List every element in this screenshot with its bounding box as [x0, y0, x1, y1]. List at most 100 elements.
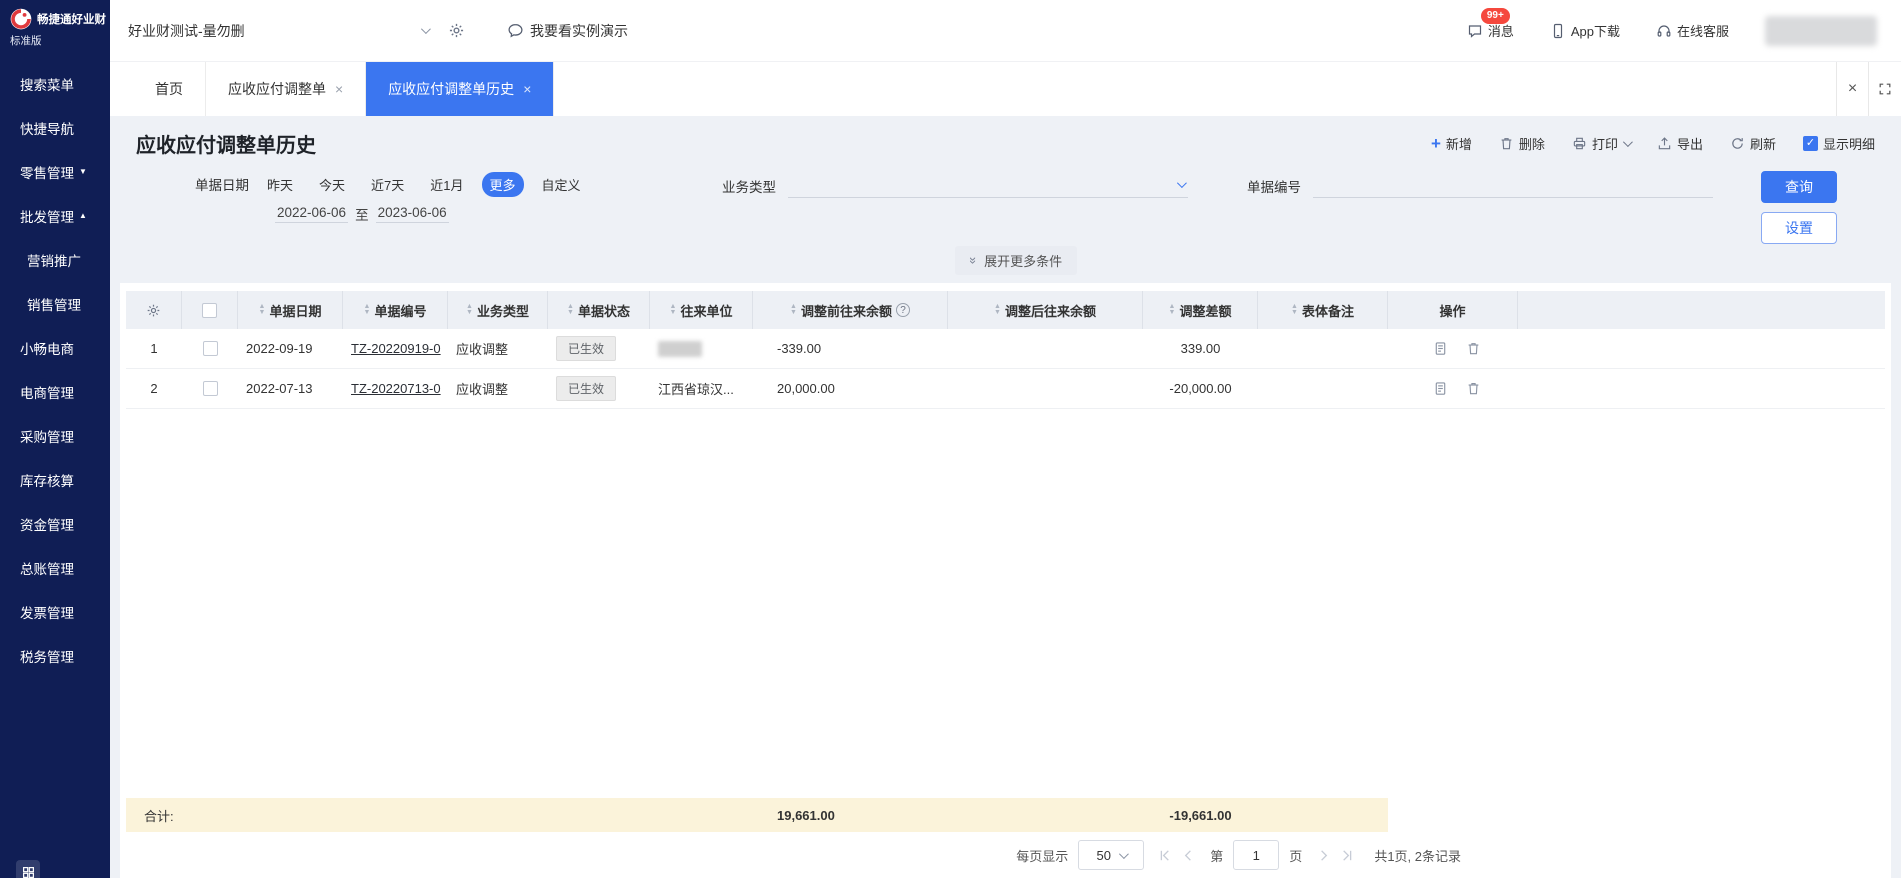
sidebar-item-purchase[interactable]: 采购管理	[0, 414, 110, 458]
refresh-button[interactable]: 刷新	[1730, 134, 1776, 153]
cell-balance-after	[948, 369, 1143, 408]
prev-page-button[interactable]	[1181, 848, 1196, 863]
next-page-button[interactable]	[1316, 848, 1331, 863]
messages-button[interactable]: 99+ 消息	[1467, 8, 1514, 40]
sidebar-item-quick-nav[interactable]: 快捷导航	[0, 106, 110, 150]
status-badge: 已生效	[556, 376, 617, 401]
expand-more-filters-button[interactable]: » 展开更多条件	[954, 246, 1078, 275]
expand-more-filters-label: 展开更多条件	[984, 254, 1063, 269]
sidebar-item-funds[interactable]: 资金管理	[0, 502, 110, 546]
user-name-redacted[interactable]	[1765, 15, 1877, 46]
sort-icon[interactable]: ▲ ▼	[1291, 303, 1298, 316]
quick-date-more[interactable]: 更多	[481, 171, 524, 197]
quick-date-today[interactable]: 今天	[311, 172, 353, 197]
date-from-input[interactable]: 2022-06-06	[275, 205, 349, 223]
double-chevron-down-icon: »	[965, 256, 981, 265]
add-button[interactable]: + 新增	[1431, 134, 1472, 153]
sidebar-item-sales[interactable]: 销售管理	[0, 282, 110, 326]
sidebar-bottom-item[interactable]	[16, 860, 40, 878]
sort-icon[interactable]: ▲ ▼	[790, 303, 797, 316]
quick-date-yesterday[interactable]: 昨天	[259, 172, 301, 197]
doc-no-link[interactable]: TZ-20220713-0	[351, 381, 441, 396]
app-download-button[interactable]: App下载	[1550, 21, 1620, 40]
online-service-button[interactable]: 在线客服	[1656, 21, 1729, 40]
page-number-input[interactable]	[1233, 840, 1280, 870]
column-settings-button[interactable]	[126, 291, 182, 329]
quick-date-last7days[interactable]: 近7天	[363, 172, 412, 197]
column-header-biz-type[interactable]: ▲ ▼ 业务类型	[448, 291, 548, 329]
sort-icon[interactable]: ▲ ▼	[670, 303, 677, 316]
tab-adjustment-history[interactable]: 应收应付调整单历史 ×	[366, 62, 555, 116]
table-row[interactable]: 2 2022-07-13 TZ-20220713-0 应收调整 已生效 江西省琼…	[126, 369, 1885, 409]
close-all-tabs-button[interactable]: ×	[1837, 62, 1869, 116]
sidebar-item-marketing[interactable]: 营销推广	[0, 238, 110, 282]
sidebar-item-label: 总账管理	[20, 562, 74, 577]
row-checkbox[interactable]	[202, 381, 218, 396]
column-header-doc-no[interactable]: ▲ ▼ 单据编号	[343, 291, 448, 329]
sort-icon[interactable]: ▲ ▼	[567, 303, 574, 316]
column-header-balance-before[interactable]: ▲ ▼ 调整前往来余额?	[753, 291, 948, 329]
biz-type-select[interactable]	[788, 171, 1188, 198]
select-all-checkbox[interactable]	[202, 302, 217, 318]
preview-document-icon[interactable]	[1433, 381, 1448, 396]
column-header-status[interactable]: ▲ ▼ 单据状态	[548, 291, 650, 329]
settings-button[interactable]: 设置	[1761, 212, 1837, 244]
sidebar-item-label: 销售管理	[27, 298, 81, 313]
settings-gear-button[interactable]	[448, 22, 465, 39]
org-selector[interactable]: 好业财测试-量勿删	[128, 21, 431, 41]
sort-icon[interactable]: ▲ ▼	[466, 303, 473, 316]
sidebar-item-search-menu[interactable]: 搜索菜单	[0, 62, 110, 106]
quick-date-last-month[interactable]: 近1月	[422, 172, 471, 197]
sidebar-item-xiaochang-ecommerce[interactable]: 小畅电商	[0, 326, 110, 370]
tab-adjustment-doc[interactable]: 应收应付调整单 ×	[206, 62, 367, 116]
sidebar-item-general-ledger[interactable]: 总账管理	[0, 546, 110, 590]
tab-label: 应收应付调整单历史	[388, 81, 515, 97]
checkbox-checked-icon[interactable]: ✓	[1802, 136, 1818, 151]
sort-icon[interactable]: ▲ ▼	[259, 303, 266, 316]
biz-type-label: 业务类型	[722, 180, 776, 195]
column-header-date[interactable]: ▲ ▼ 单据日期	[238, 291, 343, 329]
column-header-balance-after[interactable]: ▲ ▼ 调整后往来余额	[948, 291, 1143, 329]
close-icon[interactable]: ×	[523, 81, 531, 97]
trash-icon[interactable]	[1466, 341, 1481, 356]
sort-icon[interactable]: ▲ ▼	[1169, 303, 1176, 316]
preview-document-icon[interactable]	[1433, 341, 1448, 356]
delete-label: 删除	[1518, 137, 1545, 152]
help-icon[interactable]: ?	[895, 303, 910, 317]
date-to-input[interactable]: 2023-06-06	[375, 205, 449, 223]
quick-date-custom[interactable]: 自定义	[534, 172, 589, 197]
sidebar-item-wholesale[interactable]: 批发管理 ▲	[0, 194, 110, 238]
sort-icon[interactable]: ▲ ▼	[994, 303, 1001, 316]
demo-link[interactable]: 我要看实例演示	[507, 21, 628, 41]
first-page-button[interactable]	[1158, 848, 1173, 863]
column-header-diff[interactable]: ▲ ▼ 调整差额	[1143, 291, 1258, 329]
sidebar-item-invoice[interactable]: 发票管理	[0, 590, 110, 634]
trash-icon[interactable]	[1466, 381, 1481, 396]
chevron-up-icon: ▲	[79, 211, 87, 220]
doc-no-input[interactable]	[1313, 171, 1713, 197]
column-header-remark[interactable]: ▲ ▼ 表体备注	[1258, 291, 1388, 329]
doc-no-link[interactable]: TZ-20220919-0	[351, 341, 441, 356]
column-header-partner[interactable]: ▲ ▼ 往来单位	[650, 291, 753, 329]
sidebar-item-retail[interactable]: 零售管理 ▼	[0, 150, 110, 194]
row-checkbox[interactable]	[202, 341, 218, 356]
show-detail-toggle[interactable]: ✓ 显示明细	[1802, 134, 1875, 153]
printer-icon	[1573, 137, 1586, 150]
search-button[interactable]: 查询	[1761, 171, 1837, 203]
status-badge: 已生效	[556, 336, 617, 361]
per-page-select[interactable]: 50	[1078, 840, 1145, 870]
tab-home[interactable]: 首页	[133, 62, 206, 116]
last-page-button[interactable]	[1339, 848, 1354, 863]
sort-icon[interactable]: ▲ ▼	[364, 303, 371, 316]
delete-button[interactable]: 删除	[1499, 134, 1545, 153]
sidebar-item-ecommerce[interactable]: 电商管理	[0, 370, 110, 414]
close-icon[interactable]: ×	[335, 81, 343, 97]
column-label: 单据状态	[577, 303, 630, 319]
export-button[interactable]: 导出	[1657, 134, 1703, 153]
print-button[interactable]: 打印	[1572, 134, 1633, 153]
cell-actions	[1388, 329, 1518, 368]
sidebar-item-inventory[interactable]: 库存核算	[0, 458, 110, 502]
fullscreen-button[interactable]	[1869, 62, 1901, 116]
sidebar-item-tax[interactable]: 税务管理	[0, 634, 110, 678]
table-row[interactable]: 1 2022-09-19 TZ-20220919-0 应收调整 已生效 -339…	[126, 329, 1885, 369]
